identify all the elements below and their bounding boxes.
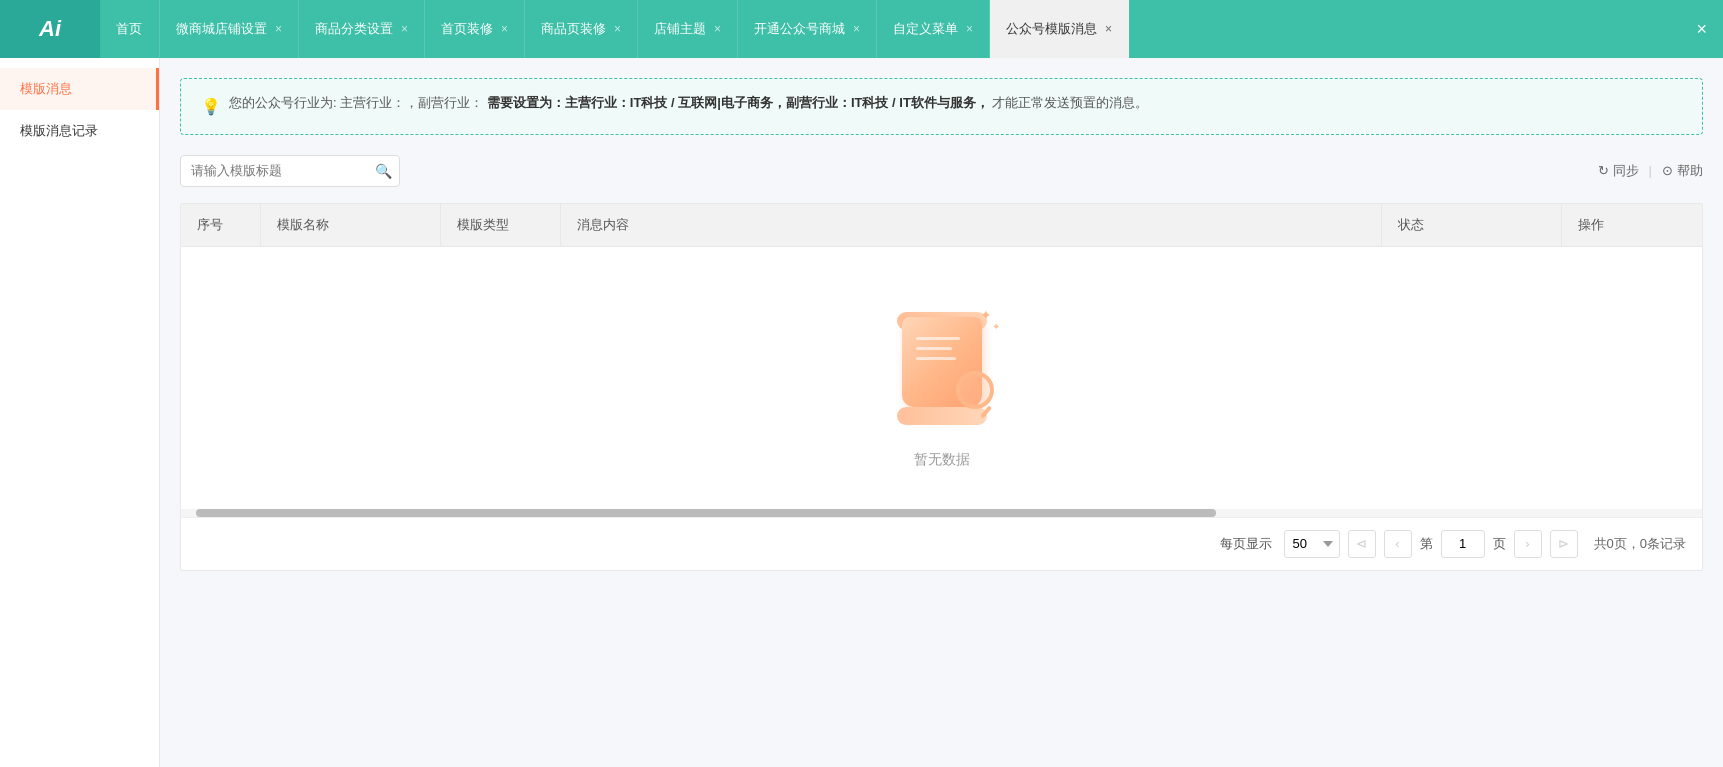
scroll-bottom (897, 407, 987, 425)
page-size-label: 每页显示 (1220, 535, 1272, 553)
sidebar: 模版消息模版消息记录 (0, 58, 160, 767)
th-action: 操作 (1562, 204, 1702, 246)
search-bar: 🔍 ↻ 同步 | ⊙ 帮助 (180, 155, 1703, 187)
notice-highlight: 需要设置为：主营行业：IT科技 / 互联网|电子商务，副营行业：IT科技 / I… (487, 95, 989, 110)
main-content: 💡 您的公众号行业为: 主营行业：，副营行业： 需要设置为：主营行业：IT科技 … (160, 58, 1723, 767)
close-all-button[interactable]: × (1680, 19, 1723, 40)
page-label-before: 第 (1420, 535, 1433, 553)
tab-close-theme[interactable]: × (714, 22, 721, 36)
help-icon: ⊙ (1662, 163, 1673, 178)
prev-page-button[interactable]: ‹ (1384, 530, 1412, 558)
search-input-wrap: 🔍 (180, 155, 400, 187)
th-index: 序号 (181, 204, 261, 246)
page-size-select[interactable]: 102050100 (1284, 530, 1340, 558)
nav-tab-homepage[interactable]: 首页装修× (425, 0, 525, 58)
search-input[interactable] (180, 155, 400, 187)
notice-text: 您的公众号行业为: 主营行业：，副营行业： 需要设置为：主营行业：IT科技 / … (229, 93, 1148, 114)
empty-state: ✦ ✦ 暂无数据 (181, 247, 1702, 509)
h-scrollbar-thumb[interactable] (196, 509, 1216, 517)
nav-tab-weishop[interactable]: 微商城店铺设置× (160, 0, 299, 58)
sync-label: 同步 (1613, 162, 1639, 180)
search-left: 🔍 (180, 155, 400, 187)
empty-text: 暂无数据 (914, 451, 970, 469)
search-icon[interactable]: 🔍 (375, 163, 392, 179)
nav-tab-templateMsg[interactable]: 公众号模版消息× (990, 0, 1129, 58)
tab-close-templateMsg[interactable]: × (1105, 22, 1112, 36)
pagination: 每页显示 102050100 ⊲ ‹ 第 页 › ⊳ 共0页，0条记录 (181, 517, 1702, 570)
tab-close-weishop[interactable]: × (275, 22, 282, 36)
notice-prefix: 您的公众号行业为: 主营行业：，副营行业： (229, 95, 483, 110)
last-page-button[interactable]: ⊳ (1550, 530, 1578, 558)
nav-tab-home[interactable]: 首页 (100, 0, 160, 58)
top-nav: Ai 首页微商城店铺设置×商品分类设置×首页装修×商品页装修×店铺主题×开通公众… (0, 0, 1723, 58)
empty-illustration: ✦ ✦ (882, 307, 1002, 427)
notice-suffix: 才能正常发送预置的消息。 (992, 95, 1148, 110)
notice-box: 💡 您的公众号行业为: 主营行业：，副营行业： 需要设置为：主营行业：IT科技 … (180, 78, 1703, 135)
table-wrap: 序号模版名称模版类型消息内容状态操作 ✦ (180, 203, 1703, 571)
nav-tab-product[interactable]: 商品页装修× (525, 0, 638, 58)
sidebar-item-record[interactable]: 模版消息记录 (0, 110, 159, 152)
search-right: ↻ 同步 | ⊙ 帮助 (1598, 162, 1703, 180)
tab-close-product[interactable]: × (614, 22, 621, 36)
nav-tab-custommenu[interactable]: 自定义菜单× (877, 0, 990, 58)
th-name: 模版名称 (261, 204, 441, 246)
notice-icon: 💡 (201, 94, 221, 120)
nav-tab-category[interactable]: 商品分类设置× (299, 0, 425, 58)
page-input[interactable] (1441, 530, 1485, 558)
nav-tab-wechatshop[interactable]: 开通公众号商城× (738, 0, 877, 58)
h-scrollbar[interactable] (181, 509, 1702, 517)
sync-button[interactable]: ↻ 同步 (1598, 162, 1639, 180)
th-content: 消息内容 (561, 204, 1382, 246)
first-page-button[interactable]: ⊲ (1348, 530, 1376, 558)
tab-close-category[interactable]: × (401, 22, 408, 36)
sidebar-item-template[interactable]: 模版消息 (0, 68, 159, 110)
app-logo: Ai (0, 0, 100, 58)
th-status: 状态 (1382, 204, 1562, 246)
nav-tab-theme[interactable]: 店铺主题× (638, 0, 738, 58)
total-info: 共0页，0条记录 (1594, 535, 1686, 553)
page-label-after: 页 (1493, 535, 1506, 553)
divider: | (1649, 163, 1652, 178)
tab-close-homepage[interactable]: × (501, 22, 508, 36)
sync-icon: ↻ (1598, 163, 1609, 178)
table-header: 序号模版名称模版类型消息内容状态操作 (181, 204, 1702, 247)
th-type: 模版类型 (441, 204, 561, 246)
help-button[interactable]: ⊙ 帮助 (1662, 162, 1703, 180)
main-layout: 模版消息模版消息记录 💡 您的公众号行业为: 主营行业：，副营行业： 需要设置为… (0, 58, 1723, 767)
next-page-button[interactable]: › (1514, 530, 1542, 558)
tab-close-custommenu[interactable]: × (966, 22, 973, 36)
tab-close-wechatshop[interactable]: × (853, 22, 860, 36)
magnifier-icon (956, 371, 994, 409)
nav-tabs: 首页微商城店铺设置×商品分类设置×首页装修×商品页装修×店铺主题×开通公众号商城… (100, 0, 1680, 58)
help-label: 帮助 (1677, 162, 1703, 180)
